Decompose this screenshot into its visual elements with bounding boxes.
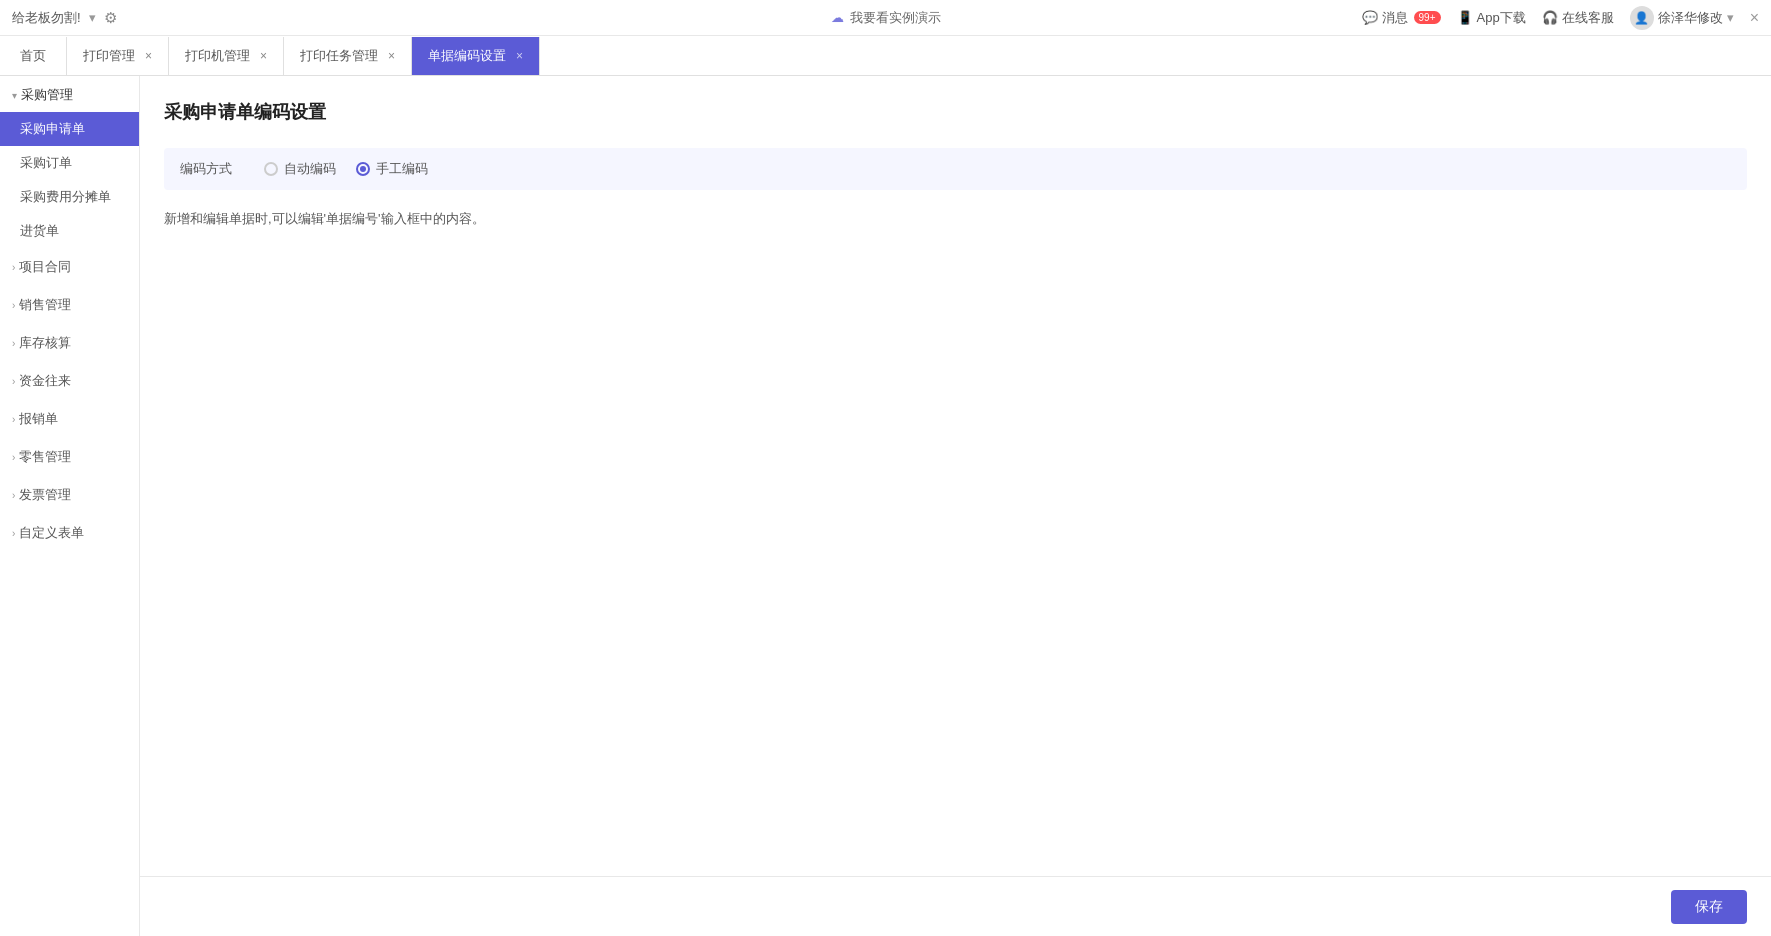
retail-expand-icon: › [12, 452, 15, 463]
top-bar-center: ☁ 我要看实例演示 [831, 9, 941, 27]
sidebar-item-purchase-request[interactable]: 采购申请单 [0, 112, 139, 146]
tab-bar: 首页 打印管理 × 打印机管理 × 打印任务管理 × 单据编码设置 × [0, 36, 1771, 76]
tab-single-code[interactable]: 单据编码设置 × [412, 37, 540, 75]
sidebar-item-sales-label: 销售管理 [19, 296, 71, 314]
message-label: 消息 [1382, 9, 1408, 27]
sidebar-item-fund[interactable]: › 资金往来 [0, 362, 139, 400]
tab-home-label: 首页 [20, 47, 46, 65]
sidebar-item-purchase-expense[interactable]: 采购费用分摊单 [0, 180, 139, 214]
sidebar-group-purchase: ▾ 采购管理 采购申请单 采购订单 采购费用分摊单 进货单 [0, 76, 139, 248]
sidebar-item-retail[interactable]: › 零售管理 [0, 438, 139, 476]
tab-print-task[interactable]: 打印任务管理 × [284, 37, 412, 75]
message-button[interactable]: 💬 消息 99+ [1362, 9, 1441, 27]
tab-print-manage[interactable]: 打印管理 × [67, 37, 169, 75]
message-icon: 💬 [1362, 10, 1378, 25]
headset-icon: 🎧 [1542, 10, 1558, 25]
footer-bar: 保存 [140, 876, 1771, 936]
settings-icon[interactable]: ⚙ [104, 9, 117, 27]
radio-manual-code[interactable]: 手工编码 [356, 160, 428, 178]
top-bar: 给老板勿割! ▾ ⚙ ☁ 我要看实例演示 💬 消息 99+ 📱 App下载 🎧 … [0, 0, 1771, 36]
radio-group-coding: 自动编码 手工编码 [264, 160, 428, 178]
sidebar-item-project-contract-label: 项目合同 [19, 258, 71, 276]
returns-expand-icon: › [12, 414, 15, 425]
top-bar-left: 给老板勿割! ▾ ⚙ [12, 9, 117, 27]
tab-printer-manage[interactable]: 打印机管理 × [169, 37, 284, 75]
sidebar-group-purchase-label: 采购管理 [21, 86, 73, 104]
content-wrapper: 采购申请单编码设置 编码方式 自动编码 手工编码 [140, 76, 1771, 936]
tab-single-code-close[interactable]: × [516, 49, 523, 63]
main-layout: ▾ 采购管理 采购申请单 采购订单 采购费用分摊单 进货单 › 项目合同 › 销… [0, 76, 1771, 936]
tab-printer-manage-label: 打印机管理 [185, 47, 250, 65]
tab-home[interactable]: 首页 [0, 37, 67, 75]
sidebar-item-custom-form[interactable]: › 自定义表单 [0, 514, 139, 552]
sidebar-item-inventory[interactable]: › 库存核算 [0, 324, 139, 362]
content-inner: 采购申请单编码设置 编码方式 自动编码 手工编码 [140, 76, 1771, 876]
app-download-button[interactable]: 📱 App下载 [1457, 9, 1526, 27]
user-profile-button[interactable]: 👤 徐泽华修改 ▾ [1630, 6, 1734, 30]
tab-print-task-label: 打印任务管理 [300, 47, 378, 65]
online-service-button[interactable]: 🎧 在线客服 [1542, 9, 1614, 27]
sidebar-item-purchase-order-label: 采购订单 [20, 155, 72, 170]
tab-print-manage-label: 打印管理 [83, 47, 135, 65]
close-icon[interactable]: × [1750, 9, 1759, 27]
chevron-down-icon[interactable]: ▾ [89, 10, 96, 25]
coding-method-label: 编码方式 [180, 160, 232, 178]
sidebar-item-retail-label: 零售管理 [19, 448, 71, 466]
sidebar-item-purchase-expense-label: 采购费用分摊单 [20, 189, 111, 204]
project-contract-expand-icon: › [12, 262, 15, 273]
sales-expand-icon: › [12, 300, 15, 311]
inventory-expand-icon: › [12, 338, 15, 349]
sidebar-item-fund-label: 资金往来 [19, 372, 71, 390]
sidebar-group-purchase-title[interactable]: ▾ 采购管理 [0, 76, 139, 112]
online-service-label: 在线客服 [1562, 9, 1614, 27]
sidebar-item-invoice[interactable]: › 发票管理 [0, 476, 139, 514]
custom-form-expand-icon: › [12, 528, 15, 539]
purchase-expand-icon: ▾ [12, 90, 17, 101]
sidebar-item-inventory-label: 库存核算 [19, 334, 71, 352]
radio-manual-code-label: 手工编码 [376, 160, 428, 178]
tab-print-manage-close[interactable]: × [145, 49, 152, 63]
info-text: 新增和编辑单据时,可以编辑'单据编号'输入框中的内容。 [164, 210, 1747, 228]
sidebar-item-stock-in-label: 进货单 [20, 223, 59, 238]
invoice-expand-icon: › [12, 490, 15, 501]
radio-auto-code[interactable]: 自动编码 [264, 160, 336, 178]
cloud-icon: ☁ [831, 10, 844, 25]
sidebar-item-custom-form-label: 自定义表单 [19, 524, 84, 542]
coding-row: 编码方式 自动编码 手工编码 [164, 148, 1747, 190]
user-chevron-icon: ▾ [1727, 10, 1734, 25]
sidebar-item-project-contract[interactable]: › 项目合同 [0, 248, 139, 286]
top-bar-right: 💬 消息 99+ 📱 App下载 🎧 在线客服 👤 徐泽华修改 ▾ × [1362, 6, 1759, 30]
radio-auto-code-circle [264, 162, 278, 176]
avatar: 👤 [1630, 6, 1654, 30]
radio-manual-code-circle [356, 162, 370, 176]
sidebar-item-returns[interactable]: › 报销单 [0, 400, 139, 438]
sidebar-item-purchase-order[interactable]: 采购订单 [0, 146, 139, 180]
tab-single-code-label: 单据编码设置 [428, 47, 506, 65]
fund-expand-icon: › [12, 376, 15, 387]
user-name: 徐泽华修改 [1658, 9, 1723, 27]
content-area: 采购申请单编码设置 编码方式 自动编码 手工编码 [140, 76, 1771, 876]
sidebar-item-invoice-label: 发票管理 [19, 486, 71, 504]
sidebar-item-stock-in[interactable]: 进货单 [0, 214, 139, 248]
tab-print-task-close[interactable]: × [388, 49, 395, 63]
page-title: 采购申请单编码设置 [164, 100, 1747, 124]
sidebar-item-returns-label: 报销单 [19, 410, 58, 428]
sidebar-item-sales[interactable]: › 销售管理 [0, 286, 139, 324]
logo-text: 给老板勿割! [12, 9, 81, 27]
message-badge: 99+ [1414, 11, 1441, 24]
radio-auto-code-label: 自动编码 [284, 160, 336, 178]
sidebar-item-purchase-request-label: 采购申请单 [20, 121, 85, 136]
demo-text[interactable]: 我要看实例演示 [850, 9, 941, 27]
app-download-label: App下载 [1477, 9, 1526, 27]
sidebar: ▾ 采购管理 采购申请单 采购订单 采购费用分摊单 进货单 › 项目合同 › 销… [0, 76, 140, 936]
phone-icon: 📱 [1457, 10, 1473, 25]
save-button[interactable]: 保存 [1671, 890, 1747, 924]
tab-printer-manage-close[interactable]: × [260, 49, 267, 63]
